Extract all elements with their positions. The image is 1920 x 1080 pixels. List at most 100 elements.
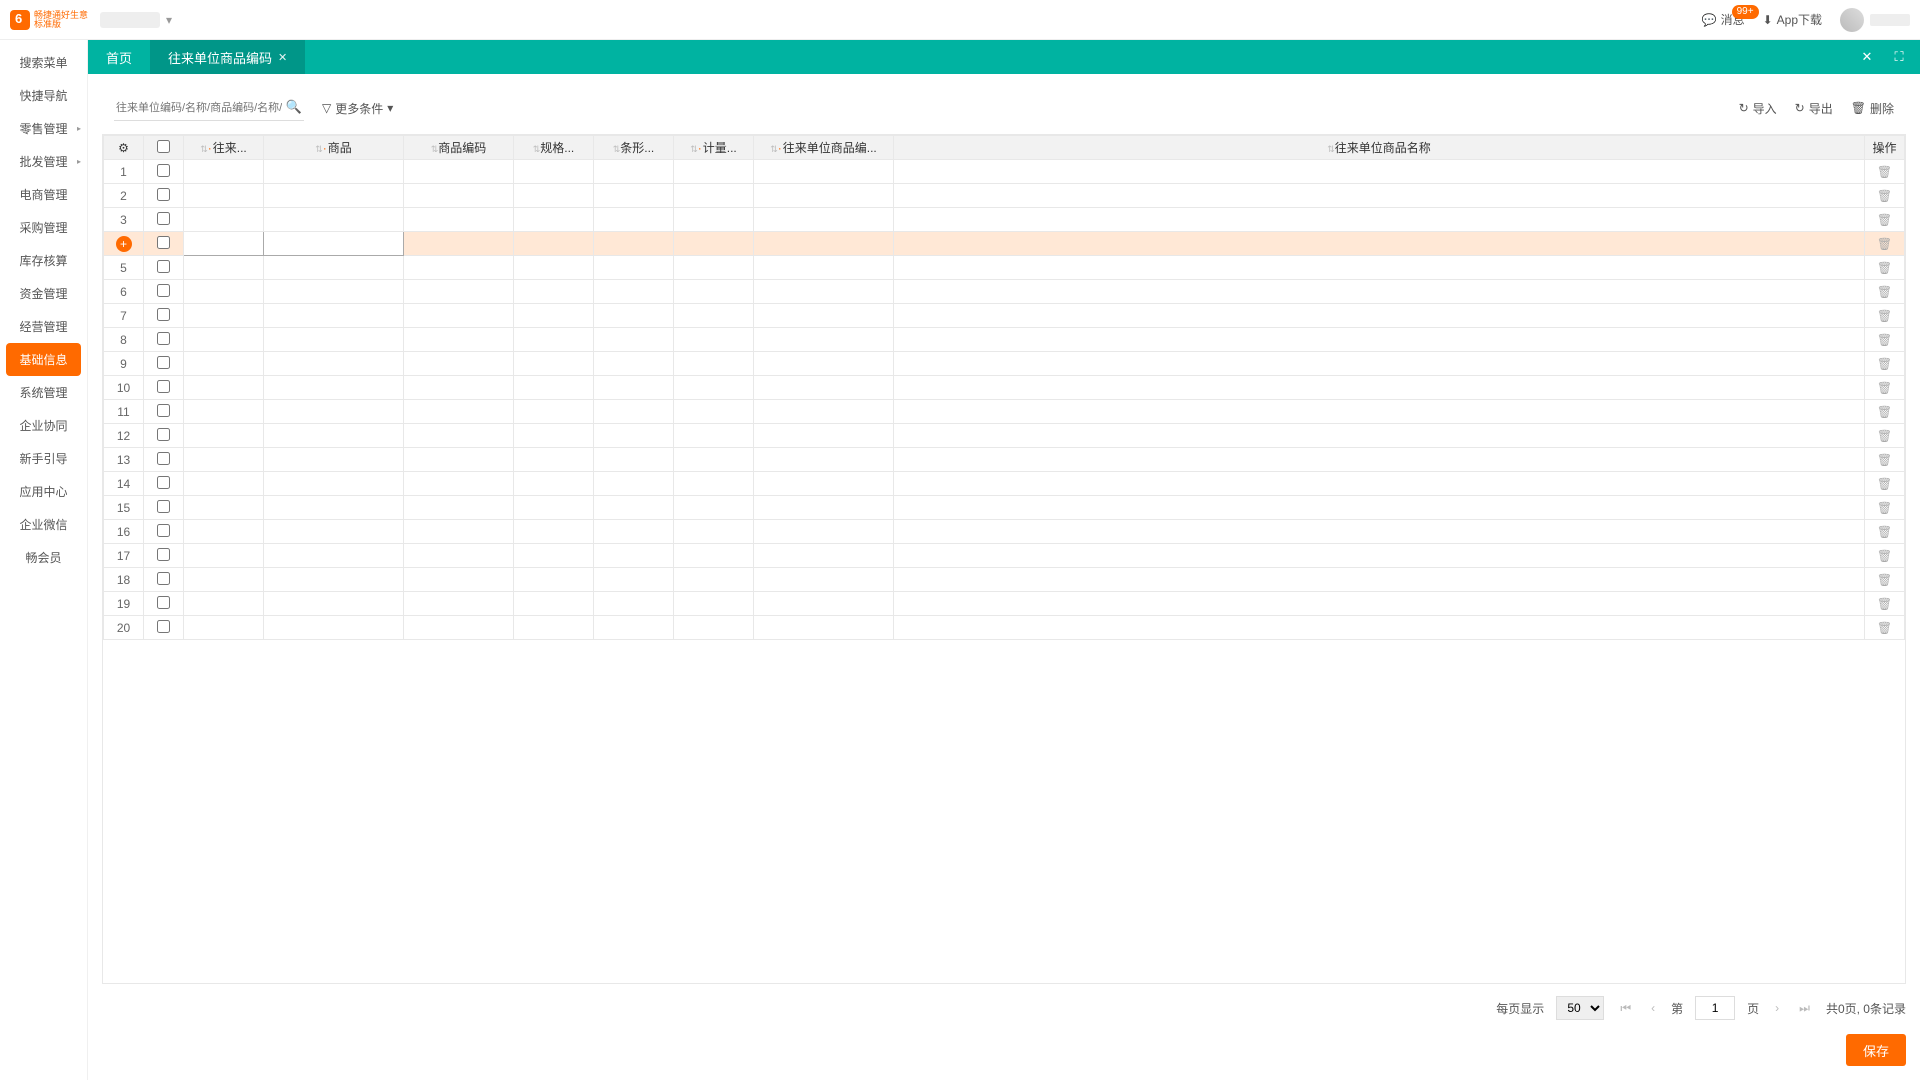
cell[interactable]: [264, 616, 404, 640]
cell[interactable]: [894, 256, 1865, 280]
cell[interactable]: [674, 400, 754, 424]
page-next-button[interactable]: ›: [1771, 1001, 1783, 1015]
cell[interactable]: [894, 496, 1865, 520]
sidebar-item-5[interactable]: 采购管理: [0, 211, 87, 244]
sidebar-item-10[interactable]: 系统管理: [0, 376, 87, 409]
row-delete-button[interactable]: 🗑: [1877, 261, 1892, 275]
row-checkbox[interactable]: [157, 548, 170, 561]
cell[interactable]: [754, 568, 894, 592]
cell[interactable]: [404, 304, 514, 328]
table-row[interactable]: 7🗑: [104, 304, 1905, 328]
page-last-button[interactable]: ⏭: [1795, 1001, 1814, 1016]
header-spec[interactable]: ⇅规格...: [514, 136, 594, 160]
cell[interactable]: [514, 208, 594, 232]
table-row[interactable]: 12🗑: [104, 424, 1905, 448]
cell[interactable]: [514, 256, 594, 280]
cell[interactable]: [404, 328, 514, 352]
cell[interactable]: [754, 184, 894, 208]
fullscreen-icon[interactable]: ⛶: [1888, 46, 1910, 68]
cell[interactable]: [594, 616, 674, 640]
row-checkbox[interactable]: [157, 332, 170, 345]
table-row[interactable]: 15🗑: [104, 496, 1905, 520]
sidebar-item-15[interactable]: 畅会员: [0, 541, 87, 574]
cell[interactable]: [404, 376, 514, 400]
cell[interactable]: [514, 232, 594, 256]
cell[interactable]: [184, 496, 264, 520]
cell[interactable]: [674, 496, 754, 520]
sidebar-item-12[interactable]: 新手引导: [0, 442, 87, 475]
cell[interactable]: [594, 568, 674, 592]
sidebar-item-6[interactable]: 库存核算: [0, 244, 87, 277]
cell[interactable]: [264, 376, 404, 400]
cell[interactable]: [594, 376, 674, 400]
cell[interactable]: [514, 544, 594, 568]
cell[interactable]: [184, 592, 264, 616]
cell[interactable]: [404, 232, 514, 256]
cell[interactable]: [894, 352, 1865, 376]
cell[interactable]: [264, 520, 404, 544]
cell[interactable]: [894, 424, 1865, 448]
cell[interactable]: [184, 616, 264, 640]
header-product-code[interactable]: ⇅商品编码: [404, 136, 514, 160]
cell[interactable]: [264, 208, 404, 232]
row-delete-button[interactable]: 🗑: [1877, 573, 1892, 587]
cell[interactable]: [594, 160, 674, 184]
cell[interactable]: [514, 496, 594, 520]
cell[interactable]: [514, 184, 594, 208]
row-checkbox[interactable]: [157, 452, 170, 465]
cell[interactable]: [404, 472, 514, 496]
cell[interactable]: [404, 208, 514, 232]
row-checkbox[interactable]: [157, 164, 170, 177]
cell[interactable]: [514, 304, 594, 328]
cell[interactable]: [514, 280, 594, 304]
table-row[interactable]: 17🗑: [104, 544, 1905, 568]
add-row-button[interactable]: +: [116, 236, 132, 252]
row-delete-button[interactable]: 🗑: [1877, 189, 1892, 203]
row-delete-button[interactable]: 🗑: [1877, 453, 1892, 467]
cell[interactable]: [264, 232, 404, 256]
cell[interactable]: [264, 184, 404, 208]
cell[interactable]: [184, 568, 264, 592]
cell[interactable]: [754, 448, 894, 472]
select-all-checkbox[interactable]: [157, 140, 170, 153]
cell[interactable]: [514, 400, 594, 424]
cell[interactable]: [264, 496, 404, 520]
cell[interactable]: [184, 208, 264, 232]
sidebar-item-14[interactable]: 企业微信: [0, 508, 87, 541]
sidebar-item-2[interactable]: 零售管理▸: [0, 112, 87, 145]
messages-button[interactable]: 💬 消息 99+: [1702, 11, 1745, 28]
cell[interactable]: [594, 424, 674, 448]
cell[interactable]: [754, 472, 894, 496]
cell[interactable]: [404, 280, 514, 304]
row-checkbox[interactable]: [157, 524, 170, 537]
cell[interactable]: [894, 400, 1865, 424]
row-delete-button[interactable]: 🗑: [1877, 549, 1892, 563]
row-checkbox[interactable]: [157, 308, 170, 321]
sidebar-item-1[interactable]: 快捷导航: [0, 79, 87, 112]
cell[interactable]: [404, 160, 514, 184]
row-checkbox[interactable]: [157, 620, 170, 633]
row-checkbox[interactable]: [157, 596, 170, 609]
table-row[interactable]: 16🗑: [104, 520, 1905, 544]
row-checkbox[interactable]: [157, 572, 170, 585]
cell[interactable]: [594, 232, 674, 256]
cell[interactable]: [404, 256, 514, 280]
cell[interactable]: [184, 376, 264, 400]
cell[interactable]: [754, 256, 894, 280]
row-checkbox[interactable]: [157, 356, 170, 369]
cell[interactable]: [894, 568, 1865, 592]
cell[interactable]: [754, 208, 894, 232]
cell[interactable]: [894, 184, 1865, 208]
sidebar-item-9[interactable]: 基础信息: [6, 343, 81, 376]
more-filters-button[interactable]: ▽ 更多条件 ▾: [322, 100, 393, 117]
cell[interactable]: [754, 520, 894, 544]
cell[interactable]: [264, 352, 404, 376]
table-row[interactable]: 19🗑: [104, 592, 1905, 616]
cell[interactable]: [754, 328, 894, 352]
cell[interactable]: [184, 280, 264, 304]
cell[interactable]: [894, 304, 1865, 328]
cell[interactable]: [894, 160, 1865, 184]
cell[interactable]: [594, 520, 674, 544]
cell[interactable]: [264, 472, 404, 496]
cell[interactable]: [264, 304, 404, 328]
